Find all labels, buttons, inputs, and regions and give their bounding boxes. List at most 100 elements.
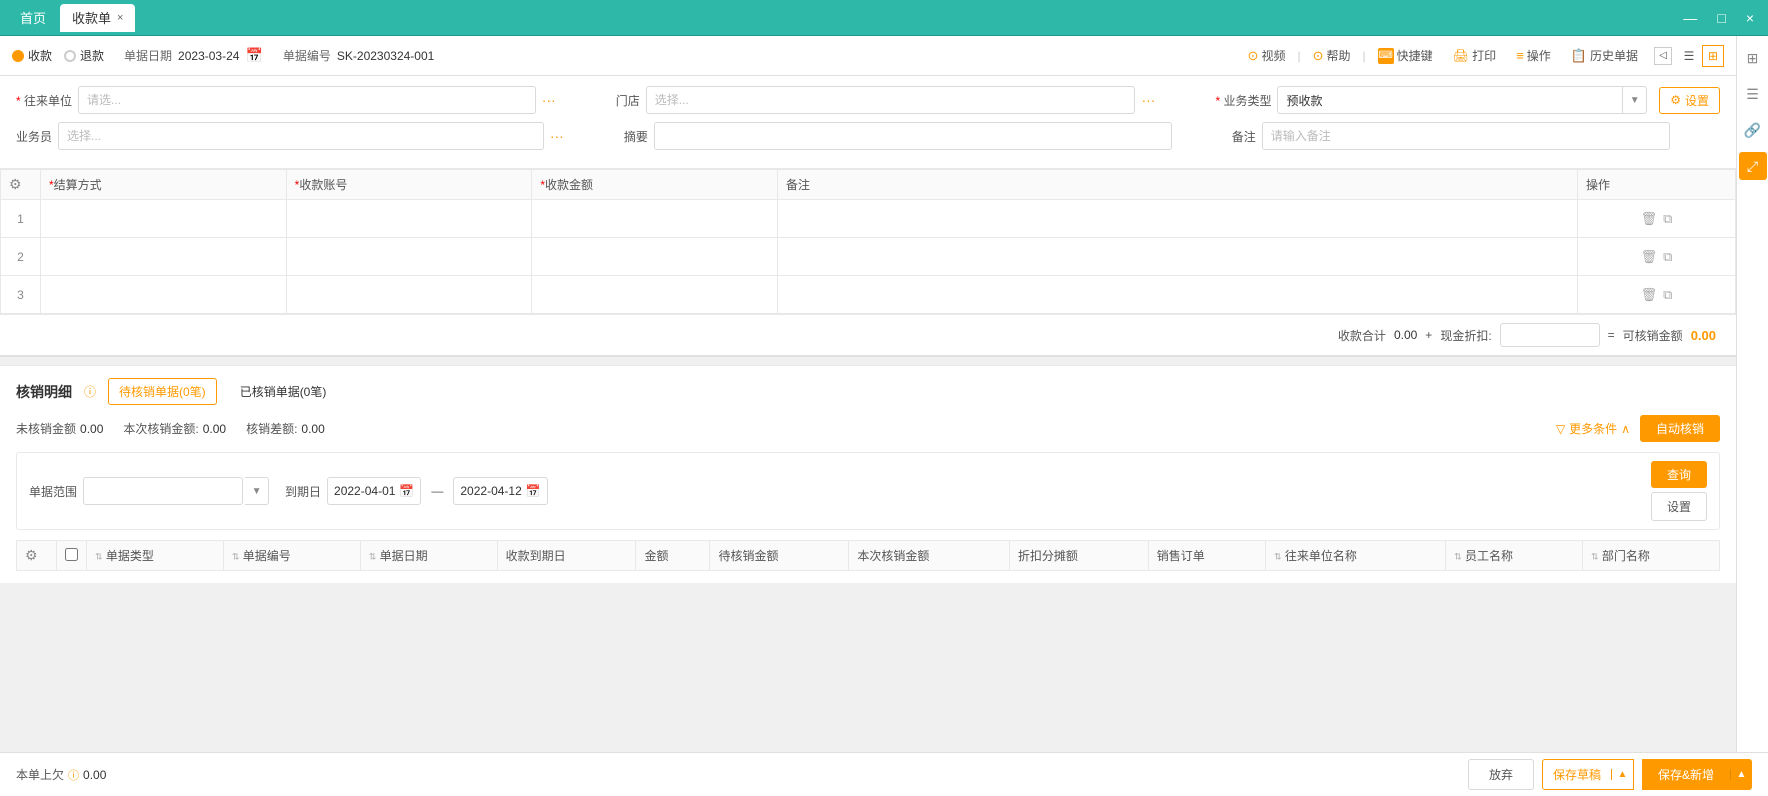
delete-icon-2[interactable]: 🗑 (1641, 249, 1658, 265)
bottom-th-order: 销售订单 (1148, 541, 1265, 571)
shortcut-icon: ⌨ (1378, 48, 1394, 64)
tab-current[interactable]: 收款单 × (60, 4, 135, 32)
cell-amount-2[interactable] (532, 238, 778, 276)
receipt-table: ⚙ *结算方式 *收款账号 *收款金额 备注 操作 (0, 169, 1736, 314)
more-conditions-button[interactable]: ▽ 更多条件 ∧ (1556, 420, 1630, 437)
salesperson-more-icon[interactable]: ··· (550, 128, 564, 144)
due-date-label: 到期日 (285, 483, 321, 500)
layout-grid-icon[interactable]: ⊞ (1702, 45, 1724, 67)
equals-sign: = (1608, 328, 1615, 342)
operate-icon: ≡ (1516, 48, 1524, 63)
save-new-arrow-icon[interactable]: ▲ (1730, 769, 1752, 780)
cell-settle-2[interactable] (41, 238, 287, 276)
calendar-start-icon[interactable]: 📅 (399, 484, 414, 498)
cell-amount-3[interactable] (532, 276, 778, 314)
verify-amount-label: 可核销金额 (1623, 327, 1683, 344)
radio-refund[interactable]: 退款 (64, 47, 104, 64)
save-new-button[interactable]: 保存&新增 ▲ (1642, 759, 1752, 790)
range-select-arrow[interactable]: ▼ (245, 477, 269, 505)
verify-section: 核销明细 ⓘ 待核销单据(0笔) 已核销单据(0笔) 未核销金额 0.00 本次… (0, 365, 1736, 583)
table-gear-icon[interactable]: ⚙ (9, 176, 22, 192)
due-date-end-field[interactable]: 2022-04-12 📅 (453, 477, 547, 505)
operate-button[interactable]: ≡ 操作 (1508, 44, 1559, 67)
radio-receipt[interactable]: 收款 (12, 47, 52, 64)
calendar-icon[interactable]: 📅 (245, 47, 262, 64)
cell-settle-1[interactable] (41, 200, 287, 238)
auto-verify-button[interactable]: 自动核销 (1640, 415, 1720, 442)
cell-amount-1[interactable] (532, 200, 778, 238)
plus-sign: + (1425, 328, 1432, 342)
partner-field: 往来单位 ··· (16, 86, 556, 114)
prev-info-icon[interactable]: ⓘ (68, 767, 79, 783)
total-value: 0.00 (1394, 328, 1417, 342)
discount-input[interactable] (1500, 323, 1600, 347)
right-sidebar: ⊞ ☰ 🔗 ⤢ (1736, 36, 1768, 752)
history-button[interactable]: 📋 历史单据 (1563, 44, 1646, 67)
shop-input[interactable] (646, 86, 1136, 114)
done-tab[interactable]: 已核销单据(0笔) (229, 378, 338, 405)
cell-note-1[interactable] (778, 200, 1578, 238)
calendar-end-icon[interactable]: 📅 (526, 484, 541, 498)
radio-refund-label: 退款 (80, 47, 104, 64)
select-all-checkbox[interactable] (65, 548, 78, 561)
business-type-value[interactable]: 预收款 (1277, 86, 1623, 114)
query-button[interactable]: 查询 (1651, 461, 1707, 488)
summary-input[interactable] (654, 122, 1172, 150)
sidebar-table-icon[interactable]: ⊞ (1739, 44, 1767, 72)
cell-actions-2: 🗑 ⧉ (1578, 238, 1736, 276)
table-settings-button[interactable]: 设置 (1651, 492, 1707, 521)
settings-button[interactable]: ⚙ 设置 (1659, 87, 1720, 114)
sidebar-card-icon[interactable]: ☰ (1739, 80, 1767, 108)
save-draft-arrow-icon[interactable]: ▲ (1611, 769, 1633, 780)
copy-icon-2[interactable]: ⧉ (1663, 249, 1672, 265)
cell-note-3[interactable] (778, 276, 1578, 314)
due-date-field: 到期日 2022-04-01 📅 — 2022-04-12 📅 (285, 477, 548, 505)
shortcut-button[interactable]: ⌨ 快捷键 (1370, 44, 1441, 67)
salesperson-input[interactable] (58, 122, 544, 150)
maximize-button[interactable]: □ (1711, 8, 1731, 28)
pending-tab[interactable]: 待核销单据(0笔) (108, 378, 217, 405)
partner-more-icon[interactable]: ··· (542, 92, 556, 108)
radio-refund-dot (64, 50, 76, 62)
total-label: 收款合计 (1338, 327, 1386, 344)
th-settle-method: *结算方式 (41, 170, 287, 200)
cell-account-1[interactable] (286, 200, 532, 238)
verify-info-icon[interactable]: ⓘ (84, 383, 96, 400)
note-input[interactable] (1262, 122, 1670, 150)
date-label: 单据日期 (124, 47, 172, 64)
layout-list-icon[interactable]: ☰ (1678, 45, 1700, 67)
tab-close-icon[interactable]: × (117, 12, 123, 24)
save-draft-button[interactable]: 保存草稿 ▲ (1542, 759, 1634, 790)
copy-icon-1[interactable]: ⧉ (1663, 211, 1672, 227)
due-date-start-field[interactable]: 2022-04-01 📅 (327, 477, 421, 505)
current-verify-value: 0.00 (203, 422, 226, 436)
cell-note-2[interactable] (778, 238, 1578, 276)
close-button[interactable]: × (1740, 8, 1760, 28)
tab-home[interactable]: 首页 (8, 4, 58, 32)
discard-button[interactable]: 放弃 (1468, 759, 1534, 790)
nav-prev[interactable]: ◁ (1654, 47, 1672, 65)
cell-actions-3: 🗑 ⧉ (1578, 276, 1736, 314)
bottom-table: ⚙ ⇅ 单据类型 ⇅ 单据编号 ⇅ 单据日期 收款到期日 金额 待核销金额 本次… (16, 540, 1720, 571)
delete-icon-1[interactable]: 🗑 (1641, 211, 1658, 227)
unchecked-label: 未核销金额 (16, 420, 76, 437)
cell-account-3[interactable] (286, 276, 532, 314)
table-header-row: ⚙ *结算方式 *收款账号 *收款金额 备注 操作 (1, 170, 1736, 200)
partner-input[interactable] (78, 86, 536, 114)
sidebar-expand-icon[interactable]: ⤢ (1739, 152, 1767, 180)
copy-icon-3[interactable]: ⧉ (1663, 287, 1672, 303)
range-select[interactable] (83, 477, 243, 505)
print-button[interactable]: 🖨 打印 (1445, 44, 1505, 67)
bottom-gear-icon[interactable]: ⚙ (25, 547, 38, 563)
help-button[interactable]: ⊙ 帮助 (1305, 44, 1359, 67)
shop-more-icon[interactable]: ··· (1141, 92, 1155, 108)
minimize-button[interactable]: — (1677, 8, 1703, 28)
cell-settle-3[interactable] (41, 276, 287, 314)
row-num-2: 2 (1, 238, 41, 276)
sidebar-link-icon[interactable]: 🔗 (1739, 116, 1767, 144)
cell-account-2[interactable] (286, 238, 532, 276)
verify-stats: 未核销金额 0.00 本次核销金额: 0.00 核销差额: 0.00 ▽ 更多条… (16, 415, 1720, 442)
business-type-arrow[interactable]: ▼ (1623, 86, 1647, 114)
video-button[interactable]: ⊙ 视频 (1240, 44, 1294, 67)
delete-icon-3[interactable]: 🗑 (1641, 287, 1658, 303)
